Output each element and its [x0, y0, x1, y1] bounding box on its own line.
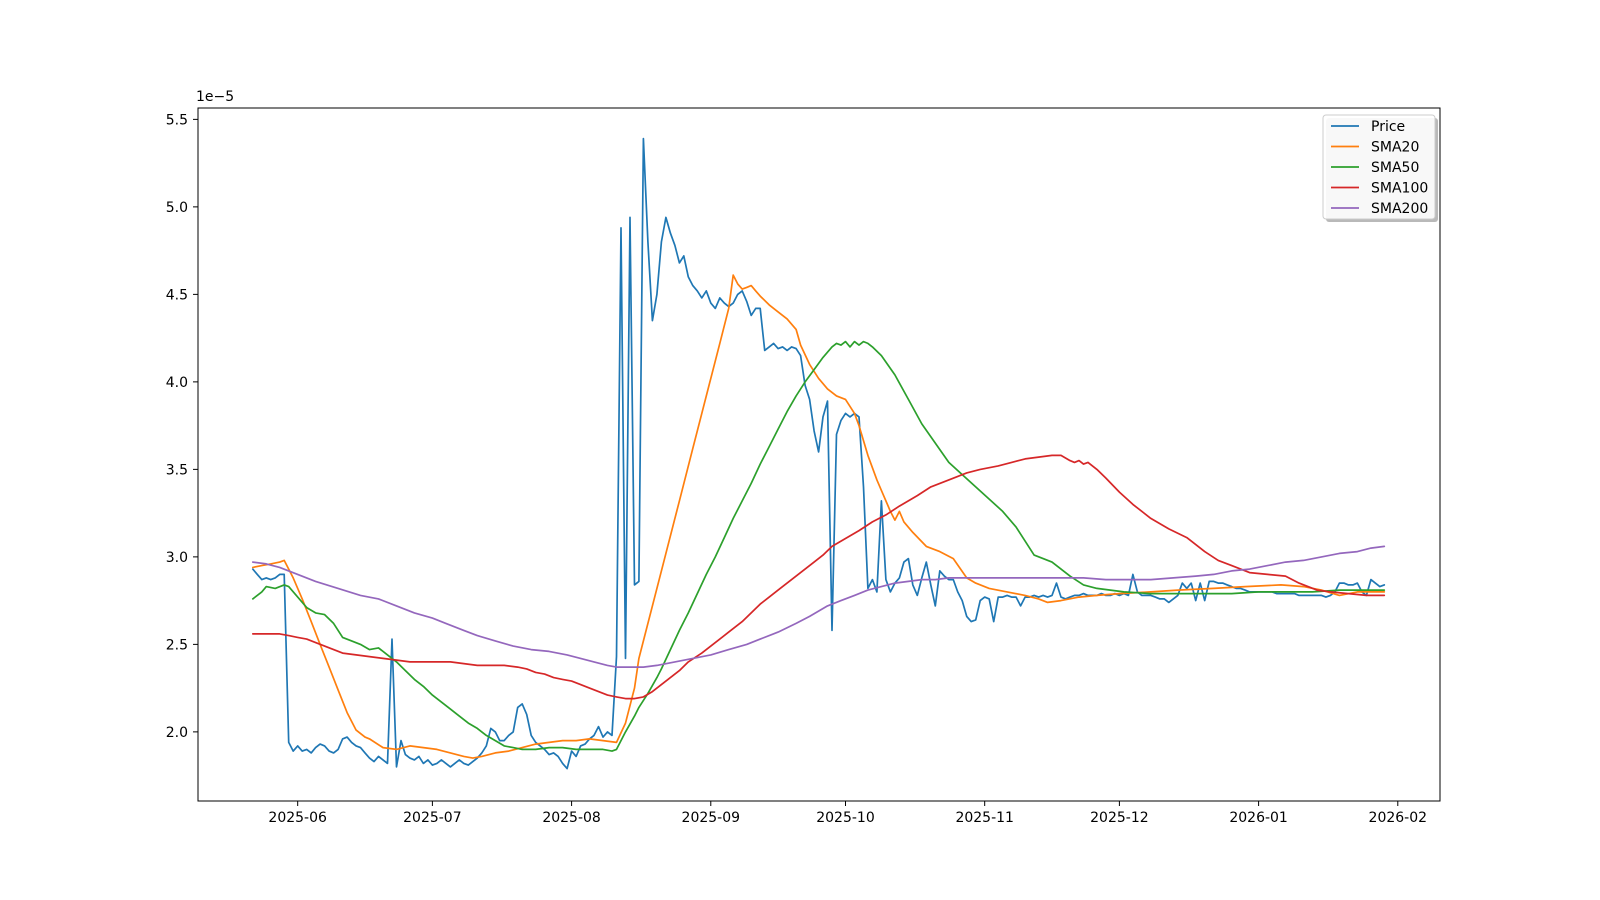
y-tick-label: 5.5: [166, 112, 188, 128]
price-sma-line-chart: 2025-06 2025-07 2025-08 2025-09 2025-10 2025-…: [166, 89, 1441, 826]
y-tick-label: 4.0: [166, 375, 188, 391]
x-tick-label: 2025-09: [682, 810, 741, 826]
legend-label-price: Price: [1371, 119, 1405, 135]
legend-label-sma20: SMA20: [1371, 140, 1419, 156]
y-tick-label: 2.5: [166, 637, 188, 653]
series-line-sma100: [251, 454, 1386, 700]
y-tick-label: 3.0: [166, 550, 188, 566]
x-tick-label: 2025-11: [955, 810, 1014, 826]
y-tick-label: 3.5: [166, 462, 188, 478]
chart-figure: 2025-06 2025-07 2025-08 2025-09 2025-10 2025-…: [0, 0, 1600, 900]
x-tick-label: 2025-12: [1090, 810, 1149, 826]
series-line-price: [251, 137, 1386, 770]
x-tick-label: 2026-02: [1369, 810, 1428, 826]
x-tick-label: 2026-01: [1229, 810, 1288, 826]
legend-label-sma200: SMA200: [1371, 201, 1428, 217]
y-tick-label: 2.0: [166, 725, 188, 741]
legend-label-sma50: SMA50: [1371, 160, 1419, 176]
legend-label-sma100: SMA100: [1371, 181, 1428, 197]
series-line-sma200: [251, 545, 1386, 668]
series-line-sma50: [251, 340, 1386, 752]
x-tick-label: 2025-07: [403, 810, 462, 826]
x-tick-label: 2025-10: [816, 810, 875, 826]
y-tick-label: 4.5: [166, 287, 188, 303]
plot-border: [197, 107, 1441, 802]
y-tick-label: 5.0: [166, 200, 188, 216]
x-tick-label: 2025-08: [542, 810, 601, 826]
y-axis-offset-text: 1e−5: [196, 89, 234, 105]
x-tick-label: 2025-06: [268, 810, 327, 826]
